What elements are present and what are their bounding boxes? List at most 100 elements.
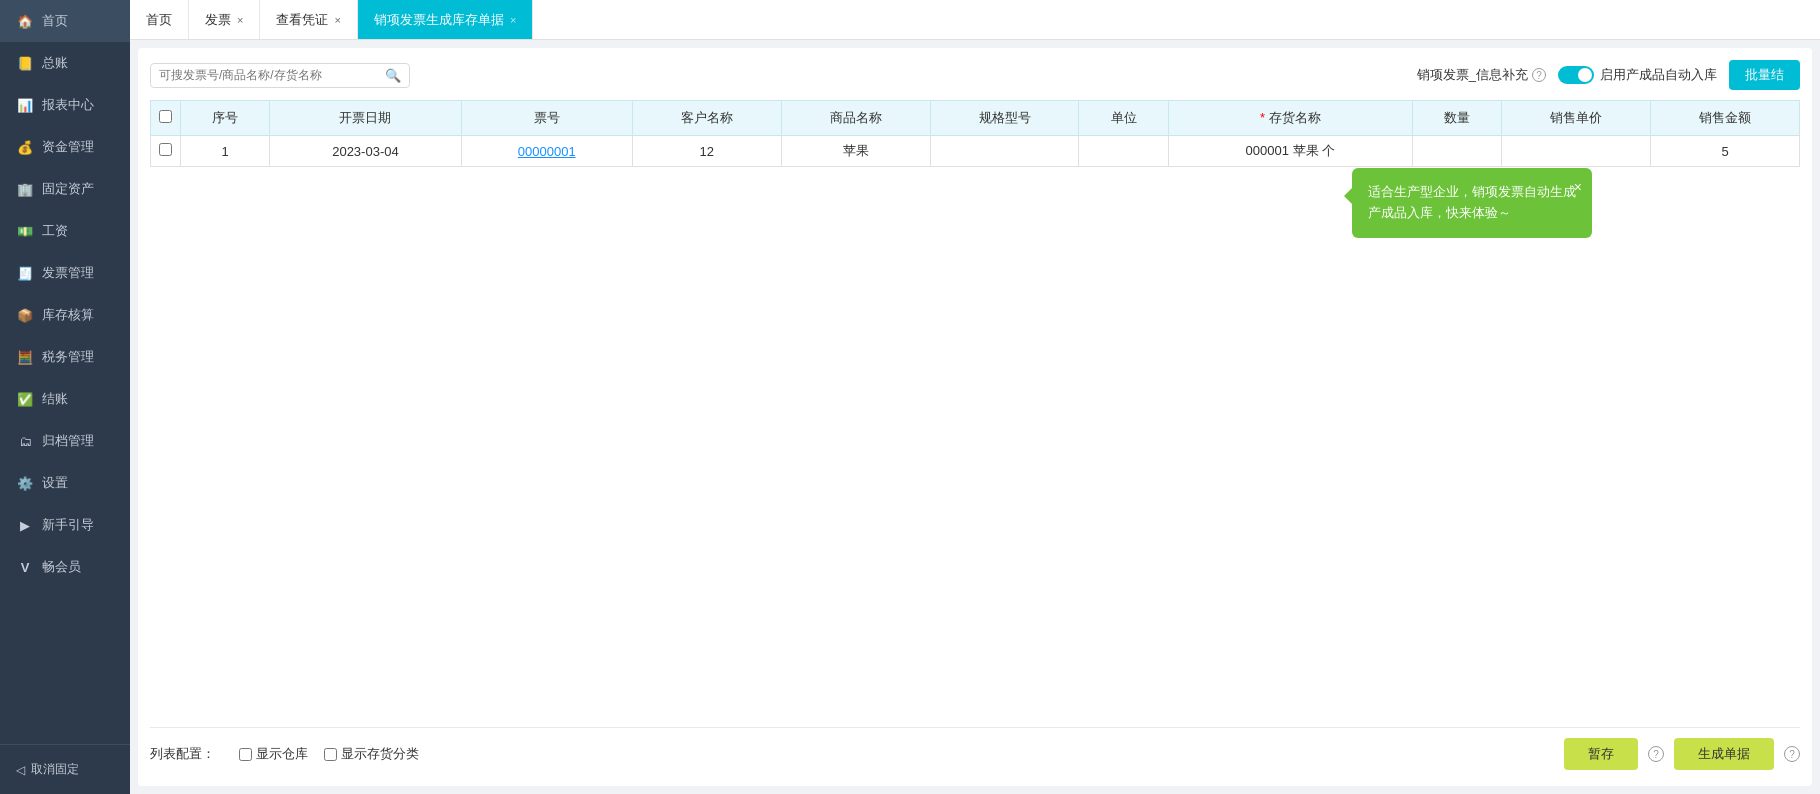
col-header-spec-model: 规格型号 xyxy=(930,101,1079,136)
sidebar-item-label: 首页 xyxy=(42,12,68,30)
row-checkbox[interactable] xyxy=(159,143,172,156)
sidebar-item-inventory[interactable]: 📦 库存核算 xyxy=(0,294,130,336)
auto-warehouse-toggle[interactable] xyxy=(1558,66,1594,84)
tab-bar: 首页 发票 × 查看凭证 × 销项发票生成库存单据 × xyxy=(130,0,1820,40)
row-issue-date: 2023-03-04 xyxy=(270,136,461,167)
tooltip-text: 适合生产型企业，销项发票自动生成产成品入库，快来体验～ xyxy=(1368,184,1576,220)
data-table: 序号 开票日期 票号 客户名称 商品名称 规格型号 单位 存货名称 数量 销售单… xyxy=(150,100,1800,167)
col-header-unit-price: 销售单价 xyxy=(1502,101,1651,136)
generate-button[interactable]: 生成单据 xyxy=(1674,738,1774,770)
cancel-fixed-button[interactable]: ◁ 取消固定 xyxy=(0,753,130,786)
col-header-ticket-no: 票号 xyxy=(461,101,632,136)
row-inventory-name: 000001 苹果 个 xyxy=(1168,136,1412,167)
home-icon: 🏠 xyxy=(16,12,34,30)
sidebar-item-general-ledger[interactable]: 📒 总账 xyxy=(0,42,130,84)
tab-cancel-invoice-inventory[interactable]: 销项发票生成库存单据 × xyxy=(358,0,533,39)
settlement-icon: ✅ xyxy=(16,390,34,408)
search-input[interactable] xyxy=(159,68,385,82)
sidebar-item-label: 新手引导 xyxy=(42,516,94,534)
sidebar-item-home[interactable]: 🏠 首页 xyxy=(0,0,130,42)
tab-invoice-close[interactable]: × xyxy=(237,14,243,26)
sidebar-item-settlement[interactable]: ✅ 结账 xyxy=(0,378,130,420)
assets-icon: 🏢 xyxy=(16,180,34,198)
col-header-inventory-name: 存货名称 xyxy=(1168,101,1412,136)
sidebar-item-label: 资金管理 xyxy=(42,138,94,156)
col-header-seq: 序号 xyxy=(181,101,270,136)
sidebar-item-settings[interactable]: ⚙️ 设置 xyxy=(0,462,130,504)
sidebar-item-report-center[interactable]: 📊 报表中心 xyxy=(0,84,130,126)
tab-view-voucher-label: 查看凭证 xyxy=(276,11,328,29)
row-seq: 1 xyxy=(181,136,270,167)
invoice-icon: 🧾 xyxy=(16,264,34,282)
show-inventory-category-label[interactable]: 显示存货分类 xyxy=(324,745,419,763)
row-quantity xyxy=(1412,136,1501,167)
sidebar-item-invoice-mgmt[interactable]: 🧾 发票管理 xyxy=(0,252,130,294)
sidebar-item-vip-member[interactable]: V 畅会员 xyxy=(0,546,130,588)
info-label: 销项发票_信息补充 ? xyxy=(1417,66,1546,84)
show-warehouse-checkbox[interactable] xyxy=(239,748,252,761)
tooltip-box: × 适合生产型企业，销项发票自动生成产成品入库，快来体验～ xyxy=(1352,168,1592,238)
show-inventory-category-text: 显示存货分类 xyxy=(341,745,419,763)
report-icon: 📊 xyxy=(16,96,34,114)
info-help-icon[interactable]: ? xyxy=(1532,68,1546,82)
tab-home[interactable]: 首页 xyxy=(130,0,189,39)
show-inventory-category-checkbox[interactable] xyxy=(324,748,337,761)
sidebar-item-label: 设置 xyxy=(42,474,68,492)
sidebar-item-label: 工资 xyxy=(42,222,68,240)
archive-icon: 🗂 xyxy=(16,432,34,450)
search-icon: 🔍 xyxy=(385,68,401,83)
list-config-label: 列表配置： xyxy=(150,745,215,763)
info-label-text: 销项发票_信息补充 xyxy=(1417,66,1528,84)
save-button[interactable]: 暂存 xyxy=(1564,738,1638,770)
tab-cancel-invoice-inventory-label: 销项发票生成库存单据 xyxy=(374,11,504,29)
sidebar-item-label: 报表中心 xyxy=(42,96,94,114)
tab-invoice[interactable]: 发票 × xyxy=(189,0,260,39)
sidebar-item-fund-mgmt[interactable]: 💰 资金管理 xyxy=(0,126,130,168)
vip-icon: V xyxy=(16,558,34,576)
row-unit xyxy=(1079,136,1168,167)
sidebar-item-archive-mgmt[interactable]: 🗂 归档管理 xyxy=(0,420,130,462)
col-header-product-name: 商品名称 xyxy=(781,101,930,136)
tab-home-label: 首页 xyxy=(146,11,172,29)
col-header-quantity: 数量 xyxy=(1412,101,1501,136)
save-help-icon[interactable]: ? xyxy=(1648,746,1664,762)
sidebar-item-payroll[interactable]: 💵 工资 xyxy=(0,210,130,252)
sidebar-bottom: ◁ 取消固定 xyxy=(0,744,130,794)
show-warehouse-text: 显示仓库 xyxy=(256,745,308,763)
tax-icon: 🧮 xyxy=(16,348,34,366)
sidebar-item-fixed-assets[interactable]: 🏢 固定资产 xyxy=(0,168,130,210)
toolbar-row: 🔍 销项发票_信息补充 ? 启用产成品自动入库 批量结 xyxy=(150,60,1800,90)
content-area: 🔍 销项发票_信息补充 ? 启用产成品自动入库 批量结 xyxy=(138,48,1812,786)
col-header-checkbox xyxy=(151,101,181,136)
row-unit-price xyxy=(1502,136,1651,167)
col-header-amount: 销售金额 xyxy=(1651,101,1800,136)
show-warehouse-label[interactable]: 显示仓库 xyxy=(239,745,308,763)
batch-button[interactable]: 批量结 xyxy=(1729,60,1800,90)
sidebar-item-new-guide[interactable]: ▶ 新手引导 xyxy=(0,504,130,546)
guide-icon: ▶ xyxy=(16,516,34,534)
tooltip-close-button[interactable]: × xyxy=(1574,176,1582,198)
generate-help-icon[interactable]: ? xyxy=(1784,746,1800,762)
cancel-fixed-icon: ◁ xyxy=(16,763,25,777)
row-customer: 12 xyxy=(632,136,781,167)
settings-icon: ⚙️ xyxy=(16,474,34,492)
sidebar-item-label: 税务管理 xyxy=(42,348,94,366)
tab-view-voucher-close[interactable]: × xyxy=(334,14,340,26)
tab-cancel-invoice-inventory-close[interactable]: × xyxy=(510,14,516,26)
bottom-bar: 列表配置： 显示仓库 显示存货分类 暂存 ? 生成单据 ? xyxy=(150,727,1800,774)
sidebar-item-label: 发票管理 xyxy=(42,264,94,282)
toggle-wrap: 启用产成品自动入库 xyxy=(1558,66,1717,84)
main-area: 首页 发票 × 查看凭证 × 销项发票生成库存单据 × 🔍 销项发票_信息补充 … xyxy=(130,0,1820,794)
select-all-checkbox[interactable] xyxy=(159,110,172,123)
col-header-unit: 单位 xyxy=(1079,101,1168,136)
row-checkbox-cell xyxy=(151,136,181,167)
sidebar-item-tax-mgmt[interactable]: 🧮 税务管理 xyxy=(0,336,130,378)
row-product-name: 苹果 xyxy=(781,136,930,167)
tab-view-voucher[interactable]: 查看凭证 × xyxy=(260,0,357,39)
cancel-fixed-label: 取消固定 xyxy=(31,761,79,778)
sidebar-item-label: 总账 xyxy=(42,54,68,72)
col-header-issue-date: 开票日期 xyxy=(270,101,461,136)
ticket-no-link[interactable]: 00000001 xyxy=(518,144,576,159)
search-input-wrap[interactable]: 🔍 xyxy=(150,63,410,88)
tab-invoice-label: 发票 xyxy=(205,11,231,29)
